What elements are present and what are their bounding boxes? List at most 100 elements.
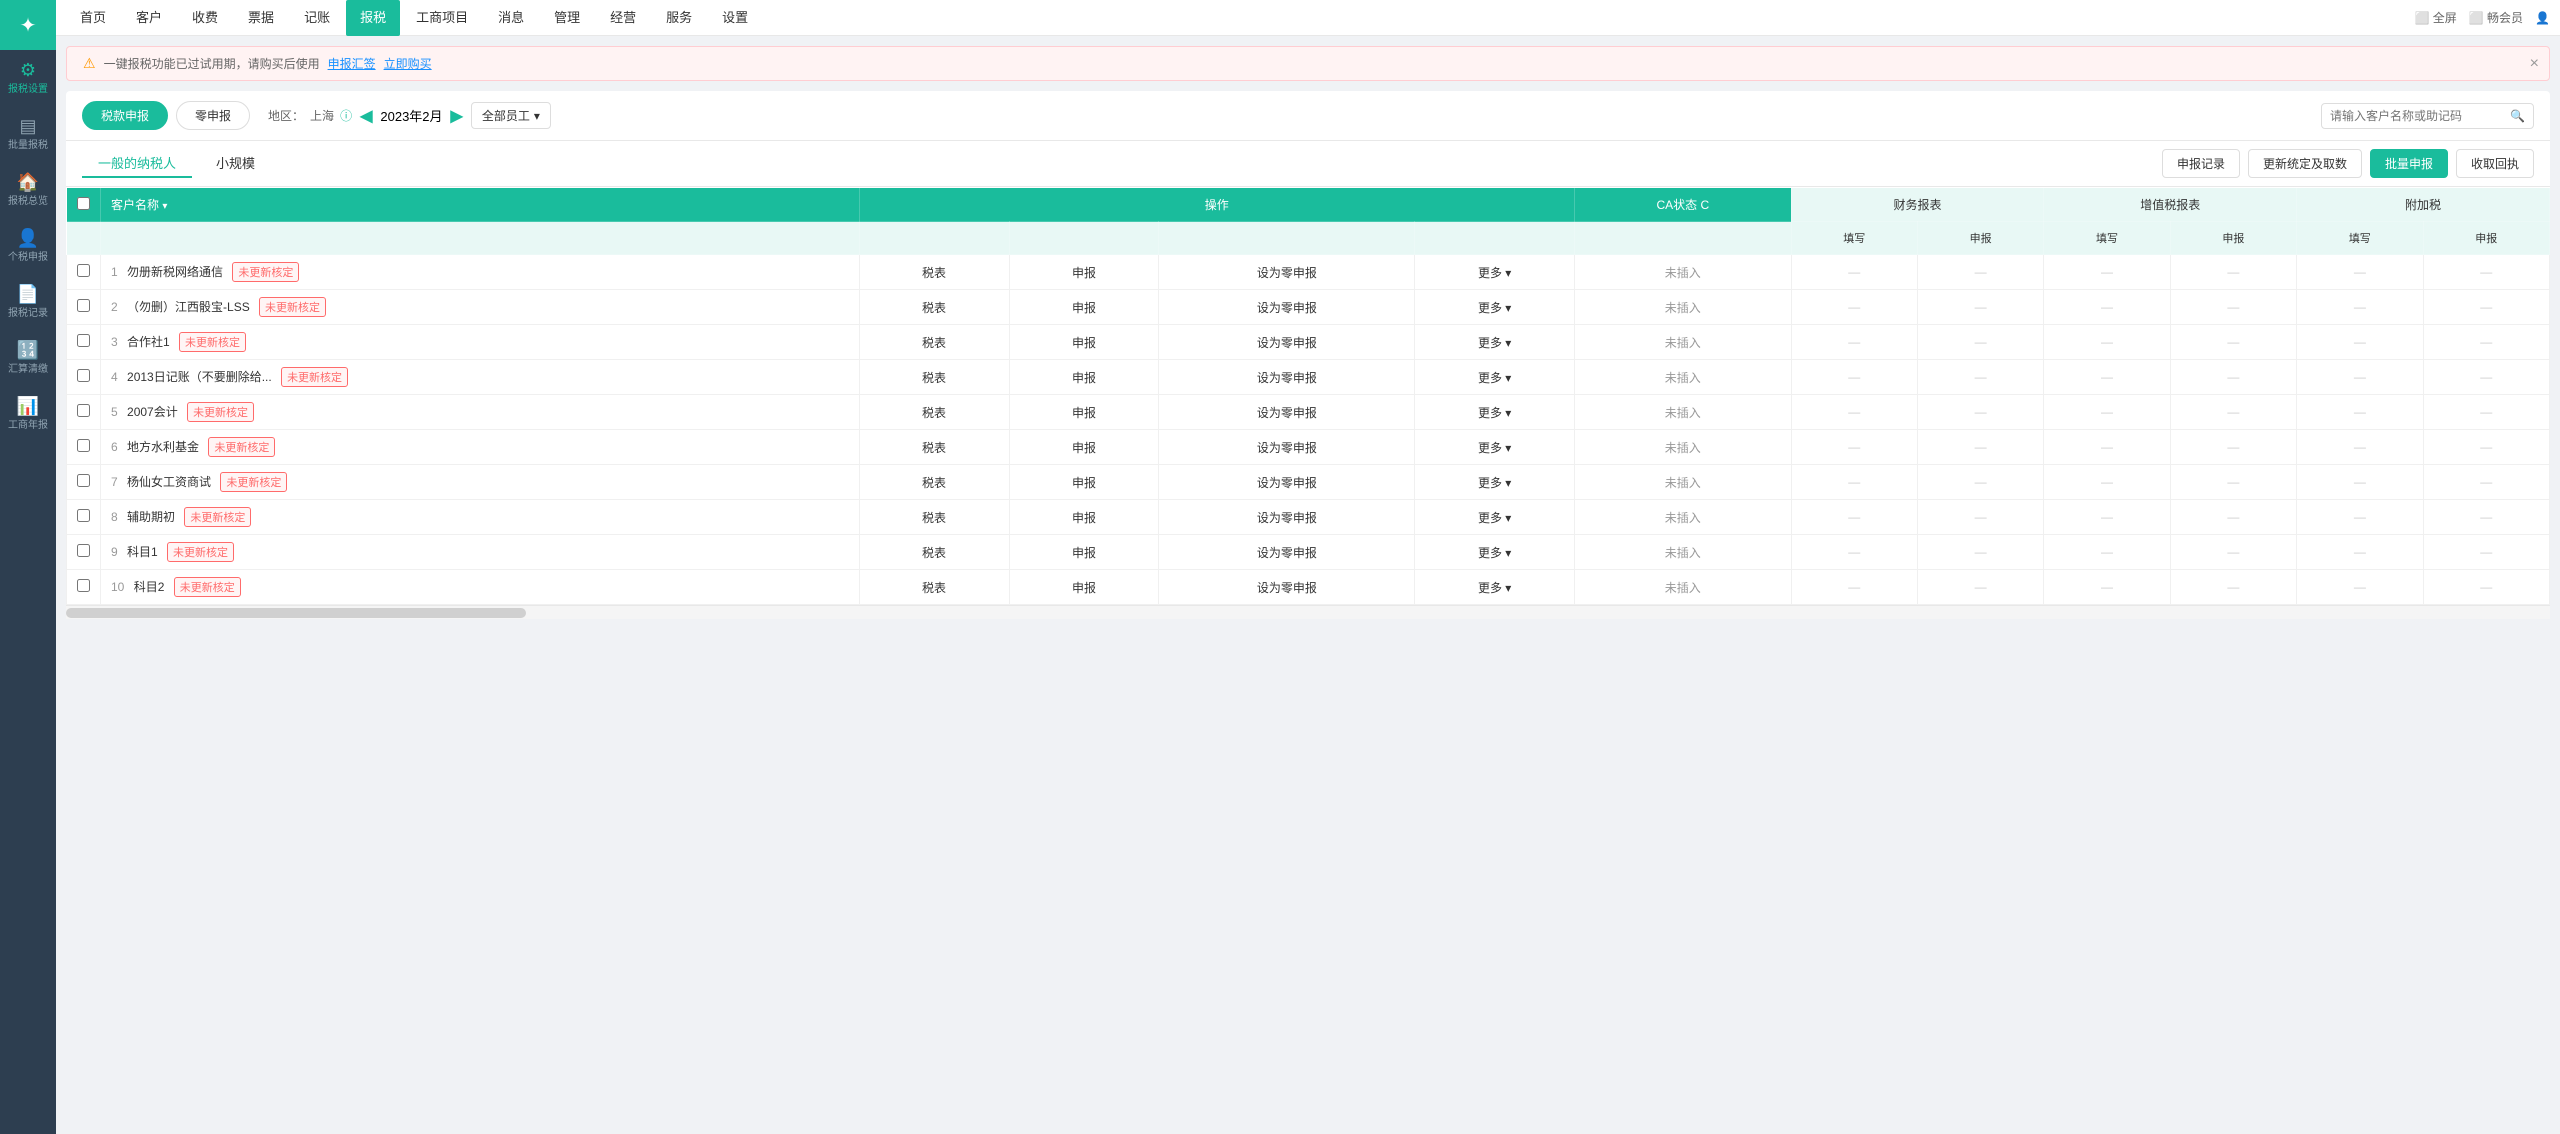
nav-invoice[interactable]: 票据 [234, 0, 288, 36]
sidebar-item-personal-tax[interactable]: 👤 个税申报 [0, 218, 56, 274]
cell-add-fill: — [2297, 255, 2423, 290]
row-checkbox-2[interactable] [77, 334, 90, 347]
nav-management[interactable]: 管理 [540, 0, 594, 36]
cell-op-more[interactable]: 更多 ▾ [1415, 360, 1575, 395]
cell-op-tax[interactable]: 税表 [859, 360, 1009, 395]
sidebar-item-batch-tax[interactable]: ▤ 批量报税 [0, 106, 56, 162]
select-all-checkbox[interactable] [77, 197, 90, 210]
cell-client-name: 2 （勿删）江西骰宝-LSS 未更新核定 [101, 290, 860, 325]
period-next-button[interactable]: ▶ [451, 106, 463, 126]
trial-banner: ⚠ 一键报税功能已过试用期，请购买后使用 申报汇签 立即购买 × [66, 46, 2550, 81]
row-checkbox-6[interactable] [77, 474, 90, 487]
row-checkbox-7[interactable] [77, 509, 90, 522]
cell-op-zero[interactable]: 设为零申报 [1159, 290, 1415, 325]
search-input[interactable] [2330, 104, 2510, 128]
cell-op-zero[interactable]: 设为零申报 [1159, 570, 1415, 605]
sidebar-item-tax-overview[interactable]: 🏠 报税总览 [0, 162, 56, 218]
banner-close-button[interactable]: × [2530, 55, 2539, 73]
cell-op-more[interactable]: 更多 ▾ [1415, 500, 1575, 535]
region-info-icon[interactable]: ⓘ [340, 107, 352, 124]
sidebar-item-business-annual[interactable]: 📊 工商年报 [0, 386, 56, 442]
user-avatar[interactable]: 👤 [2535, 11, 2550, 25]
cell-op-submit[interactable]: 申报 [1009, 465, 1159, 500]
cell-op-zero[interactable]: 设为零申报 [1159, 535, 1415, 570]
cell-op-more[interactable]: 更多 ▾ [1415, 570, 1575, 605]
employee-filter[interactable]: 全部员工 ▾ [471, 102, 551, 129]
sidebar-item-tax-settings[interactable]: ⚙ 报税设置 [0, 50, 56, 106]
tab-small-scale[interactable]: 小规模 [200, 149, 271, 178]
nav-service[interactable]: 服务 [652, 0, 706, 36]
cell-op-more[interactable]: 更多 ▾ [1415, 465, 1575, 500]
search-icon[interactable]: 🔍 [2510, 109, 2525, 123]
tab-tax-declaration[interactable]: 税款申报 [82, 101, 168, 130]
nav-client[interactable]: 客户 [122, 0, 176, 36]
cell-op-zero[interactable]: 设为零申报 [1159, 395, 1415, 430]
cell-op-more[interactable]: 更多 ▾ [1415, 255, 1575, 290]
cell-op-submit[interactable]: 申报 [1009, 290, 1159, 325]
cell-op-more[interactable]: 更多 ▾ [1415, 535, 1575, 570]
row-checkbox-5[interactable] [77, 439, 90, 452]
cell-op-tax[interactable]: 税表 [859, 395, 1009, 430]
nav-settings[interactable]: 设置 [708, 0, 762, 36]
cell-op-submit[interactable]: 申报 [1009, 360, 1159, 395]
fullscreen-button[interactable]: ⬜ 全屏 [2414, 9, 2456, 26]
cell-op-zero[interactable]: 设为零申报 [1159, 360, 1415, 395]
row-checkbox-0[interactable] [77, 264, 90, 277]
cell-op-zero[interactable]: 设为零申报 [1159, 500, 1415, 535]
cell-op-tax[interactable]: 税表 [859, 325, 1009, 360]
cell-op-submit[interactable]: 申报 [1009, 395, 1159, 430]
cell-op-tax[interactable]: 税表 [859, 290, 1009, 325]
sidebar-item-tax-record[interactable]: 📄 报税记录 [0, 274, 56, 330]
scrollbar-thumb[interactable] [66, 608, 526, 618]
cell-op-more[interactable]: 更多 ▾ [1415, 395, 1575, 430]
nav-bizproject[interactable]: 工商项目 [402, 0, 482, 36]
retrieve-button[interactable]: 收取回执 [2456, 149, 2534, 178]
row-checkbox-4[interactable] [77, 404, 90, 417]
cell-op-submit[interactable]: 申报 [1009, 570, 1159, 605]
cell-op-submit[interactable]: 申报 [1009, 430, 1159, 465]
period-prev-button[interactable]: ◀ [360, 106, 372, 126]
cell-op-more[interactable]: 更多 ▾ [1415, 290, 1575, 325]
nav-billing[interactable]: 收费 [178, 0, 232, 36]
cell-op-tax[interactable]: 税表 [859, 465, 1009, 500]
cell-op-tax[interactable]: 税表 [859, 430, 1009, 465]
cell-op-tax[interactable]: 税表 [859, 570, 1009, 605]
banner-link-declare[interactable]: 申报汇签 [328, 55, 376, 72]
cell-op-zero[interactable]: 设为零申报 [1159, 255, 1415, 290]
horizontal-scrollbar[interactable] [66, 605, 2550, 619]
cell-tax-fill: — [2044, 325, 2170, 360]
cell-op-submit[interactable]: 申报 [1009, 500, 1159, 535]
nav-ledger[interactable]: 记账 [290, 0, 344, 36]
cell-op-tax[interactable]: 税表 [859, 535, 1009, 570]
cell-op-submit[interactable]: 申报 [1009, 535, 1159, 570]
nav-home[interactable]: 首页 [66, 0, 120, 36]
cell-op-tax[interactable]: 税表 [859, 255, 1009, 290]
cell-op-more[interactable]: 更多 ▾ [1415, 430, 1575, 465]
cell-op-submit[interactable]: 申报 [1009, 255, 1159, 290]
cell-op-zero[interactable]: 设为零申报 [1159, 465, 1415, 500]
cell-op-zero[interactable]: 设为零申报 [1159, 325, 1415, 360]
batch-declare-button[interactable]: 批量申报 [2370, 149, 2448, 178]
tab-general-taxpayer[interactable]: 一般的纳税人 [82, 149, 192, 178]
tab-zero-declaration[interactable]: 零申报 [176, 101, 250, 130]
nav-operations[interactable]: 经营 [596, 0, 650, 36]
cell-op-zero[interactable]: 设为零申报 [1159, 430, 1415, 465]
tax-record-icon: 📄 [17, 284, 39, 305]
update-button[interactable]: 更新统定及取数 [2248, 149, 2362, 178]
sidebar-item-accounting[interactable]: 🔢 汇算清缴 [0, 330, 56, 386]
row-checkbox-1[interactable] [77, 299, 90, 312]
nav-tax[interactable]: 报税 [346, 0, 400, 36]
cell-op-submit[interactable]: 申报 [1009, 325, 1159, 360]
record-button[interactable]: 申报记录 [2162, 149, 2240, 178]
row-checkbox-8[interactable] [77, 544, 90, 557]
cell-fin-submit: — [1917, 395, 2043, 430]
member-button[interactable]: ⬜ 畅会员 [2469, 9, 2523, 26]
cell-op-more[interactable]: 更多 ▾ [1415, 325, 1575, 360]
cell-ca-status: 未插入 [1575, 290, 1792, 325]
row-checkbox-9[interactable] [77, 579, 90, 592]
top-nav: 首页 客户 收费 票据 记账 报税 工商项目 消息 管理 经营 服务 设置 ⬜ … [56, 0, 2560, 36]
banner-link-buy[interactable]: 立即购买 [384, 55, 432, 72]
row-checkbox-3[interactable] [77, 369, 90, 382]
cell-op-tax[interactable]: 税表 [859, 500, 1009, 535]
nav-message[interactable]: 消息 [484, 0, 538, 36]
